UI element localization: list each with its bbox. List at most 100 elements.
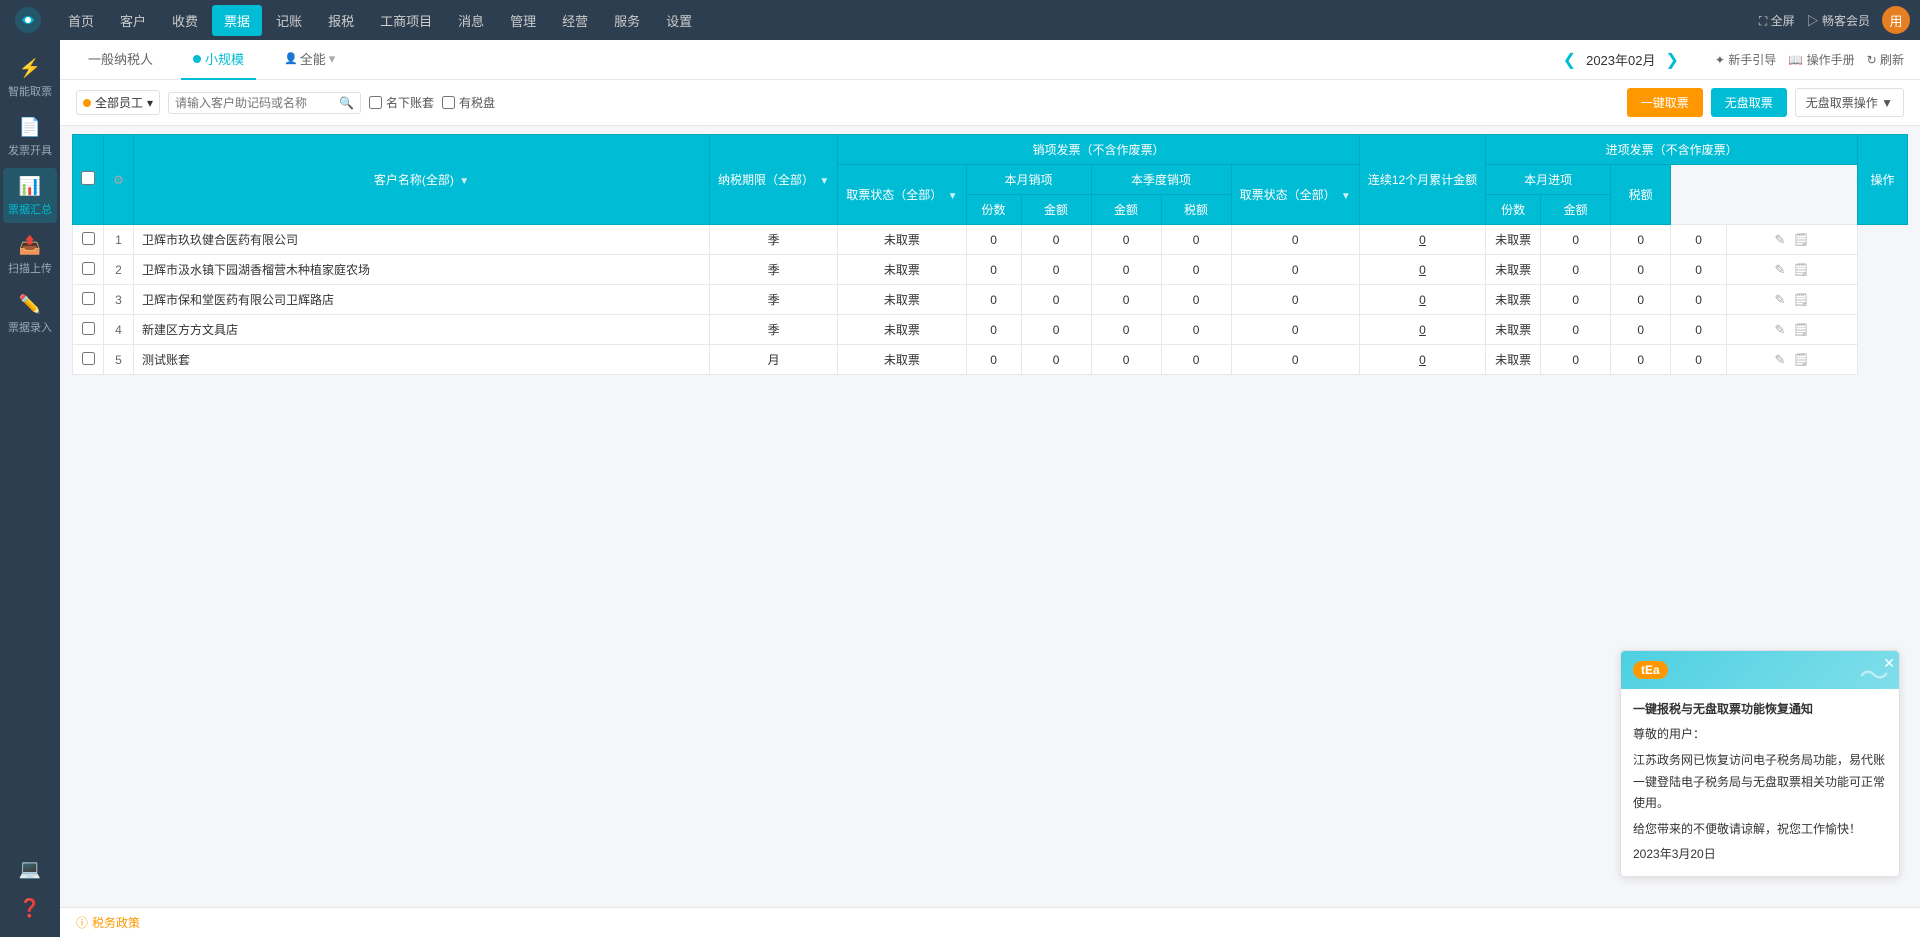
row-sq-tax: 0	[1231, 345, 1359, 375]
detail-icon[interactable]: 🗒	[1793, 322, 1810, 337]
nav-service[interactable]: 服务	[602, 5, 652, 36]
row-customer-name[interactable]: 测试账套	[134, 345, 710, 375]
one-click-ticket-button[interactable]: 一键取票	[1627, 88, 1703, 117]
customer-filter-icon[interactable]: ▼	[459, 176, 469, 187]
refresh-button[interactable]: ↻ 刷新	[1867, 51, 1904, 68]
table-row: 3 卫辉市保和堂医药有限公司卫辉路店 季 未取票 0 0 0 0 0 0 未取票…	[73, 285, 1908, 315]
edit-icon[interactable]: ✎	[1775, 352, 1786, 367]
toolbar: 全部员工 ▾ 🔍 名下账套 有税盘 一键取票 无盘取票 无盘取票操作 ▼	[60, 80, 1920, 126]
row-s12m[interactable]: 0	[1359, 345, 1485, 375]
filter-my-accounts[interactable]: 名下账套	[369, 94, 434, 111]
th-operations: 操作	[1858, 135, 1908, 225]
nav-operation[interactable]: 经营	[550, 5, 600, 36]
row-customer-name[interactable]: 卫辉市汲水镇下园湖香榴营木种植家庭农场	[134, 255, 710, 285]
row-customer-name[interactable]: 卫辉市保和堂医药有限公司卫辉路店	[134, 285, 710, 315]
input-status-filter-icon[interactable]: ▼	[1341, 191, 1351, 202]
row-sq-tax: 0	[1231, 225, 1359, 255]
period-filter-icon[interactable]: ▼	[819, 176, 829, 187]
nav-home[interactable]: 首页	[56, 5, 106, 36]
search-box: 🔍	[168, 92, 361, 114]
sidebar-item-help[interactable]: ❓	[3, 890, 57, 925]
filter-my-accounts-checkbox[interactable]	[369, 96, 382, 109]
filter-has-tax-disk[interactable]: 有税盘	[442, 94, 495, 111]
search-icon[interactable]: 🔍	[339, 96, 354, 110]
row-sq-amount: 0	[1161, 225, 1231, 255]
row-checkbox[interactable]	[73, 225, 104, 255]
tab-small-scale[interactable]: 小规模	[181, 40, 256, 80]
row-sm-amount: 0	[1021, 225, 1091, 255]
row-s12m[interactable]: 0	[1359, 225, 1485, 255]
edit-icon[interactable]: ✎	[1775, 322, 1786, 337]
detail-icon[interactable]: 🗒	[1793, 352, 1810, 367]
sidebar-item-ticket-summary[interactable]: 📊 票据汇总	[3, 168, 57, 223]
row-sales-status: 未取票	[838, 255, 966, 285]
tab-all-able[interactable]: 👤 全能 ▾	[272, 40, 347, 80]
nav-settings[interactable]: 设置	[654, 5, 704, 36]
row-period: 季	[710, 315, 838, 345]
manual-link[interactable]: 📖 操作手册	[1788, 51, 1854, 68]
row-period: 季	[710, 225, 838, 255]
filter-has-tax-disk-checkbox[interactable]	[442, 96, 455, 109]
detail-icon[interactable]: 🗒	[1793, 292, 1810, 307]
detail-icon[interactable]: 🗒	[1793, 262, 1810, 277]
edit-icon[interactable]: ✎	[1775, 262, 1786, 277]
sidebar-item-ticket-entry[interactable]: ✏️ 票据录入	[3, 286, 57, 341]
sidebar-label-summary: 票据汇总	[8, 201, 52, 217]
nav-tax[interactable]: 报税	[316, 5, 366, 36]
row-period: 月	[710, 345, 838, 375]
row-sm-amount: 0	[1021, 285, 1091, 315]
edit-icon[interactable]: ✎	[1775, 232, 1786, 247]
nav-manage[interactable]: 管理	[498, 5, 548, 36]
active-tab-dot	[193, 55, 201, 63]
select-all-checkbox[interactable]	[81, 171, 95, 185]
notification-content: 江苏政务网已恢复访问电子税务局功能，易代账一键登陆电子税务局与无盘取票相关功能可…	[1633, 750, 1887, 815]
nav-right-area: ⛶ 全屏 ▷ 畅客会员 用	[1759, 6, 1910, 34]
header-right-actions: ✦ 新手引导 📖 操作手册 ↻ 刷新	[1715, 51, 1904, 68]
row-sm-amount: 0	[1021, 315, 1091, 345]
row-checkbox[interactable]	[73, 315, 104, 345]
row-actions: ✎ 🗒	[1726, 345, 1857, 375]
nav-billing[interactable]: 收费	[160, 5, 210, 36]
row-number: 1	[104, 225, 134, 255]
row-number: 3	[104, 285, 134, 315]
row-checkbox[interactable]	[73, 285, 104, 315]
prev-month-button[interactable]: ❮	[1563, 50, 1576, 70]
user-avatar[interactable]: 用	[1882, 6, 1910, 34]
table-settings-icon[interactable]: ⚙	[113, 173, 124, 187]
sidebar-item-download[interactable]: 💻	[3, 851, 57, 886]
nav-invoice[interactable]: 票据	[212, 5, 262, 36]
no-disk-ops-button[interactable]: 无盘取票操作 ▼	[1795, 88, 1904, 117]
tax-policy-link[interactable]: ⓘ 税务政策	[76, 914, 140, 931]
search-input[interactable]	[175, 96, 335, 110]
nav-message[interactable]: 消息	[446, 5, 496, 36]
lightning-icon: ⚡	[19, 58, 41, 79]
row-checkbox[interactable]	[73, 255, 104, 285]
employee-dropdown-icon: ▾	[147, 96, 153, 110]
nav-business[interactable]: 工商项目	[368, 5, 444, 36]
row-s12m[interactable]: 0	[1359, 285, 1485, 315]
sidebar-item-invoice-open[interactable]: 📄 发票开具	[3, 109, 57, 164]
no-disk-ticket-button[interactable]: 无盘取票	[1711, 88, 1787, 117]
nav-accounting[interactable]: 记账	[264, 5, 314, 36]
row-s12m[interactable]: 0	[1359, 315, 1485, 345]
tab-general-taxpayer[interactable]: 一般纳税人	[76, 40, 165, 80]
fullscreen-button[interactable]: ⛶ 全屏	[1759, 12, 1795, 29]
row-customer-name[interactable]: 新建区方方文具店	[134, 315, 710, 345]
bottom-bar: ⓘ 税务政策	[60, 907, 1920, 937]
nav-customer[interactable]: 客户	[108, 5, 158, 36]
sidebar-item-smart-ticket[interactable]: ⚡ 智能取票	[3, 50, 57, 105]
sidebar-item-scan-upload[interactable]: 📤 扫描上传	[3, 227, 57, 282]
row-s12m[interactable]: 0	[1359, 255, 1485, 285]
row-checkbox[interactable]	[73, 345, 104, 375]
member-button[interactable]: ▷ 畅客会员	[1807, 12, 1870, 29]
next-month-button[interactable]: ❯	[1665, 50, 1678, 70]
detail-icon[interactable]: 🗒	[1793, 232, 1810, 247]
sidebar-label-scan: 扫描上传	[8, 260, 52, 276]
row-customer-name[interactable]: 卫辉市玖玖健合医药有限公司	[134, 225, 710, 255]
row-im-count: 0	[1541, 255, 1611, 285]
sidebar-label-invoice: 发票开具	[8, 142, 52, 158]
sales-status-filter-icon[interactable]: ▼	[948, 191, 958, 202]
employee-select[interactable]: 全部员工 ▾	[76, 90, 160, 115]
edit-icon[interactable]: ✎	[1775, 292, 1786, 307]
tutorial-link[interactable]: ✦ 新手引导	[1715, 51, 1776, 68]
